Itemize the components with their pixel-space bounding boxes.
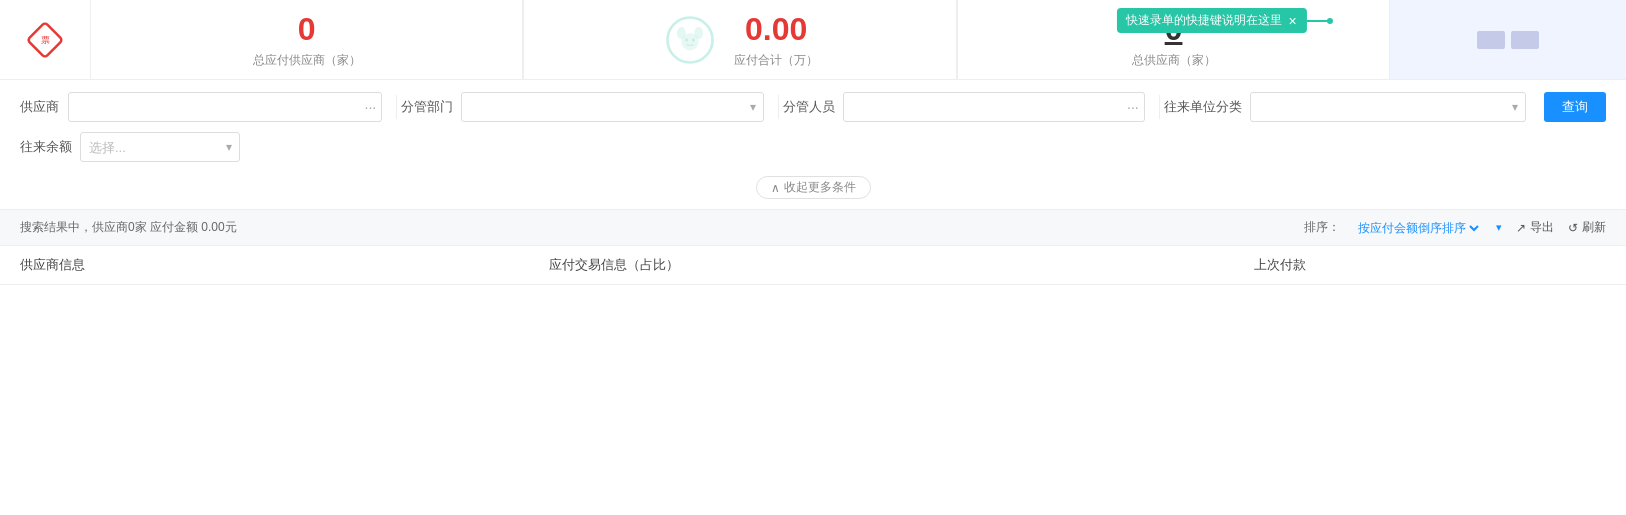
cat-icon	[664, 14, 716, 66]
supplier-label: 供应商	[20, 98, 60, 116]
stat-payable-suppliers: 0 总应付供应商（家）	[91, 0, 523, 79]
manager-label: 分管人员	[783, 98, 835, 116]
col-header-last-payment: 上次付款	[1254, 256, 1606, 274]
department-select[interactable]	[461, 92, 763, 122]
filter-item-supplier: 供应商 ···	[20, 92, 392, 122]
unit-category-select[interactable]	[1250, 92, 1526, 122]
stat-total-suppliers: 快速录单的快捷键说明在这里 × 0 总供应商（家）	[958, 0, 1390, 79]
payable-suppliers-label: 总应付供应商（家）	[253, 52, 361, 69]
logo-icon: 票	[20, 15, 70, 65]
svg-point-6	[685, 38, 688, 41]
department-label: 分管部门	[401, 98, 453, 116]
stats-bar: 票 0 总应付供应商（家） 0.00	[0, 0, 1626, 80]
unit-category-select-wrap: ▾	[1250, 92, 1526, 122]
filter-bar: 供应商 ··· 分管部门 ▾ 分管人员 ···	[0, 80, 1626, 210]
filter-row-1: 供应商 ··· 分管部门 ▾ 分管人员 ···	[20, 92, 1606, 122]
logo-area: 票	[0, 0, 91, 79]
export-button[interactable]: ↗ 导出	[1516, 219, 1554, 236]
manager-input-wrap: ···	[843, 92, 1145, 122]
balance-select-wrap: 选择... ▾	[80, 132, 240, 162]
collapse-row: ∧ 收起更多条件	[20, 170, 1606, 209]
collapse-arrow-icon: ∧	[771, 181, 780, 195]
refresh-button[interactable]: ↺ 刷新	[1568, 219, 1606, 236]
payable-suppliers-number: 0	[298, 10, 316, 48]
stat-icon-area	[662, 12, 718, 68]
supplier-input-wrap: ···	[68, 92, 382, 122]
unit-category-label: 往来单位分类	[1164, 98, 1242, 116]
divider-1	[396, 95, 397, 119]
filter-row-2: 往来余额 选择... ▾	[20, 132, 1606, 162]
tooltip-close-btn[interactable]: ×	[1288, 14, 1296, 28]
filter-item-manager: 分管人员 ···	[783, 92, 1155, 122]
results-actions: 排序： 按应付会额倒序排序 ▾ ↗ 导出 ↺ 刷新	[1304, 219, 1606, 236]
svg-point-7	[692, 38, 695, 41]
collapse-button-label: 收起更多条件	[784, 179, 856, 196]
right-placeholder	[1390, 0, 1626, 79]
sort-select[interactable]: 按应付会额倒序排序	[1354, 220, 1482, 236]
col-header-supplier-info: 供应商信息	[20, 256, 549, 274]
results-info-text: 搜索结果中，供应商0家 应付金额 0.00元	[20, 219, 237, 236]
divider-3	[1159, 95, 1160, 119]
tooltip-text: 快速录单的快捷键说明在这里	[1126, 12, 1282, 29]
collapse-button[interactable]: ∧ 收起更多条件	[756, 176, 871, 199]
sort-label: 排序：	[1304, 219, 1340, 236]
refresh-icon: ↺	[1568, 221, 1578, 235]
filter-item-unit-category: 往来单位分类 ▾	[1164, 92, 1536, 122]
balance-select[interactable]: 选择...	[80, 132, 240, 162]
refresh-label: 刷新	[1582, 219, 1606, 236]
balance-label: 往来余额	[20, 138, 72, 156]
payable-total-label: 应付合计（万）	[734, 52, 818, 69]
stat-middle-wrap: 0.00 应付合计（万）	[662, 10, 818, 69]
table-body	[0, 285, 1626, 515]
svg-point-5	[681, 33, 698, 50]
table-header: 供应商信息 应付交易信息（占比） 上次付款	[0, 246, 1626, 285]
supplier-dots-icon[interactable]: ···	[365, 99, 377, 115]
export-label: 导出	[1530, 219, 1554, 236]
manager-dots-icon[interactable]: ···	[1127, 99, 1139, 115]
col-header-transaction-info: 应付交易信息（占比）	[549, 256, 1254, 274]
tooltip-dot	[1325, 16, 1335, 26]
total-suppliers-label: 总供应商（家）	[1132, 52, 1216, 69]
filter-item-department: 分管部门 ▾	[401, 92, 773, 122]
payable-total-number: 0.00	[745, 10, 807, 48]
sort-chevron-icon: ▾	[1496, 221, 1502, 234]
export-icon: ↗	[1516, 221, 1526, 235]
placeholder-box-1	[1477, 31, 1505, 49]
results-bar: 搜索结果中，供应商0家 应付金额 0.00元 排序： 按应付会额倒序排序 ▾ ↗…	[0, 210, 1626, 246]
tooltip-bubble[interactable]: 快速录单的快捷键说明在这里 ×	[1116, 8, 1306, 33]
filter-item-balance: 往来余额 选择... ▾	[20, 132, 240, 162]
department-select-wrap: ▾	[461, 92, 763, 122]
placeholder-box-2	[1511, 31, 1539, 49]
manager-input[interactable]	[843, 92, 1145, 122]
divider-2	[778, 95, 779, 119]
supplier-input[interactable]	[68, 92, 382, 122]
stat-payable-total: 0.00 应付合计（万）	[524, 0, 956, 79]
svg-text:票: 票	[41, 35, 50, 45]
query-button[interactable]: 查询	[1544, 92, 1606, 122]
